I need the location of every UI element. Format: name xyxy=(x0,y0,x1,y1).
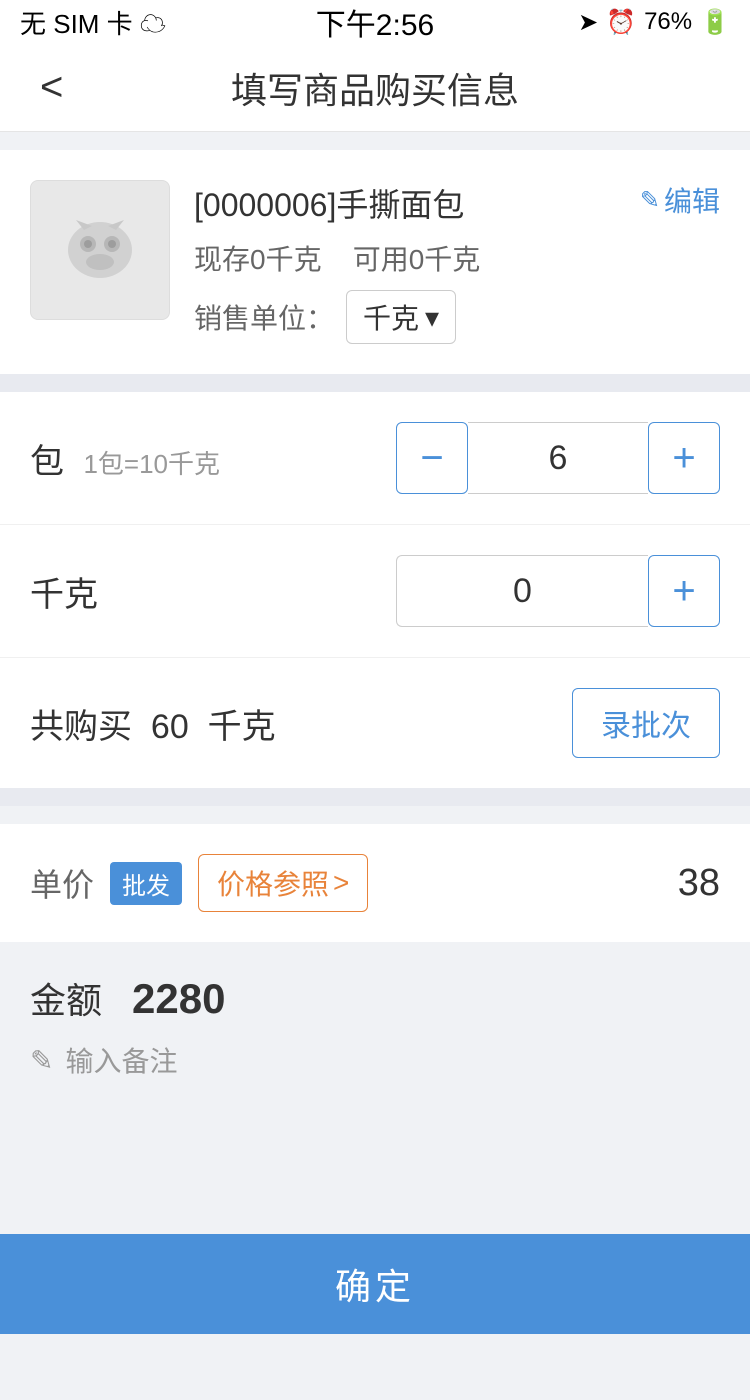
available-label: 可用0千克 xyxy=(353,244,481,275)
amount-row: 金额 2280 xyxy=(30,972,720,1024)
separator-1 xyxy=(0,374,750,392)
product-stock: 现存0千克 可用0千克 xyxy=(194,238,720,278)
quantity-input-bao[interactable] xyxy=(468,422,648,494)
unit-text-label: 销售单位： xyxy=(194,297,334,337)
quantity-hint-bao: 1包=10千克 xyxy=(83,449,220,479)
increase-kg-button[interactable]: + xyxy=(648,555,720,627)
separator-2 xyxy=(0,788,750,806)
quantity-controls-bao: − + xyxy=(396,422,720,494)
edit-button[interactable]: ✎ 编辑 xyxy=(640,180,720,220)
price-label: 单价 xyxy=(30,860,94,906)
total-prefix: 共购买 xyxy=(30,708,132,746)
total-text: 共购买 60 千克 xyxy=(30,699,276,748)
price-tag: 批发 xyxy=(110,862,182,905)
product-name: [0000006]手撕面包 xyxy=(194,180,640,226)
stock-label: 现存0千克 xyxy=(194,244,322,275)
back-button[interactable]: < xyxy=(30,55,73,120)
alarm-icon: ⏰ xyxy=(606,8,636,37)
unit-dropdown-icon: ▾ xyxy=(425,301,439,334)
edit-icon: ✎ xyxy=(640,186,660,215)
unit-value: 千克 xyxy=(363,297,419,337)
status-time: 下午2:56 xyxy=(316,0,434,44)
amount-section: 金额 2280 ✎ 输入备注 xyxy=(0,942,750,1100)
location-icon: ➤ xyxy=(578,8,598,37)
product-name-row: [0000006]手撕面包 ✎ 编辑 xyxy=(194,180,720,226)
nav-bar: < 填写商品购买信息 xyxy=(0,44,750,132)
unit-selector[interactable]: 千克 ▾ xyxy=(346,290,456,344)
batch-button[interactable]: 录批次 xyxy=(572,688,720,758)
amount-label: 金额 xyxy=(30,980,102,1021)
product-info: [0000006]手撕面包 ✎ 编辑 现存0千克 可用0千克 销售单位： 千克 … xyxy=(194,180,720,344)
quantity-section: 包 1包=10千克 − + 千克 + xyxy=(0,392,750,658)
confirm-button[interactable]: 确定 xyxy=(0,1234,750,1334)
price-value: 38 xyxy=(678,862,720,905)
page-title: 填写商品购买信息 xyxy=(231,62,519,114)
product-placeholder-icon xyxy=(60,210,140,290)
price-ref-arrow: > xyxy=(333,867,349,899)
total-unit: 千克 xyxy=(208,708,276,746)
price-section: 单价 批发 价格参照 > 38 xyxy=(0,824,750,942)
quantity-label-kg: 千克 xyxy=(30,567,396,616)
note-row[interactable]: ✎ 输入备注 xyxy=(30,1040,720,1080)
product-section: [0000006]手撕面包 ✎ 编辑 现存0千克 可用0千克 销售单位： 千克 … xyxy=(0,150,750,374)
quantity-controls-kg: + xyxy=(396,555,720,627)
quantity-row-kg: 千克 + xyxy=(0,525,750,658)
pencil-icon: ✎ xyxy=(30,1044,53,1077)
no-sim-label: 无 SIM 卡 ☁ xyxy=(20,4,166,41)
status-left: 无 SIM 卡 ☁ xyxy=(20,4,166,41)
product-unit-row: 销售单位： 千克 ▾ xyxy=(194,290,720,344)
status-right: ➤ ⏰ 76% 🔋 xyxy=(578,8,730,37)
quantity-input-kg[interactable] xyxy=(396,555,648,627)
quantity-label-bao: 包 1包=10千克 xyxy=(30,434,396,483)
battery-icon: 🔋 xyxy=(700,8,730,37)
price-ref-label: 价格参照 xyxy=(217,863,329,903)
unit-bao: 包 xyxy=(30,443,64,481)
product-image xyxy=(30,180,170,320)
increase-bao-button[interactable]: + xyxy=(648,422,720,494)
total-section: 共购买 60 千克 录批次 xyxy=(0,658,750,788)
status-bar: 无 SIM 卡 ☁ 下午2:56 ➤ ⏰ 76% 🔋 xyxy=(0,0,750,44)
quantity-row-bao: 包 1包=10千克 − + xyxy=(0,392,750,525)
total-amount: 60 xyxy=(151,708,189,746)
amount-value: 2280 xyxy=(132,975,225,1022)
edit-label: 编辑 xyxy=(664,180,720,220)
battery-label: 76% xyxy=(644,8,692,36)
note-placeholder: 输入备注 xyxy=(65,1040,177,1080)
decrease-bao-button[interactable]: − xyxy=(396,422,468,494)
price-ref-button[interactable]: 价格参照 > xyxy=(198,854,368,912)
